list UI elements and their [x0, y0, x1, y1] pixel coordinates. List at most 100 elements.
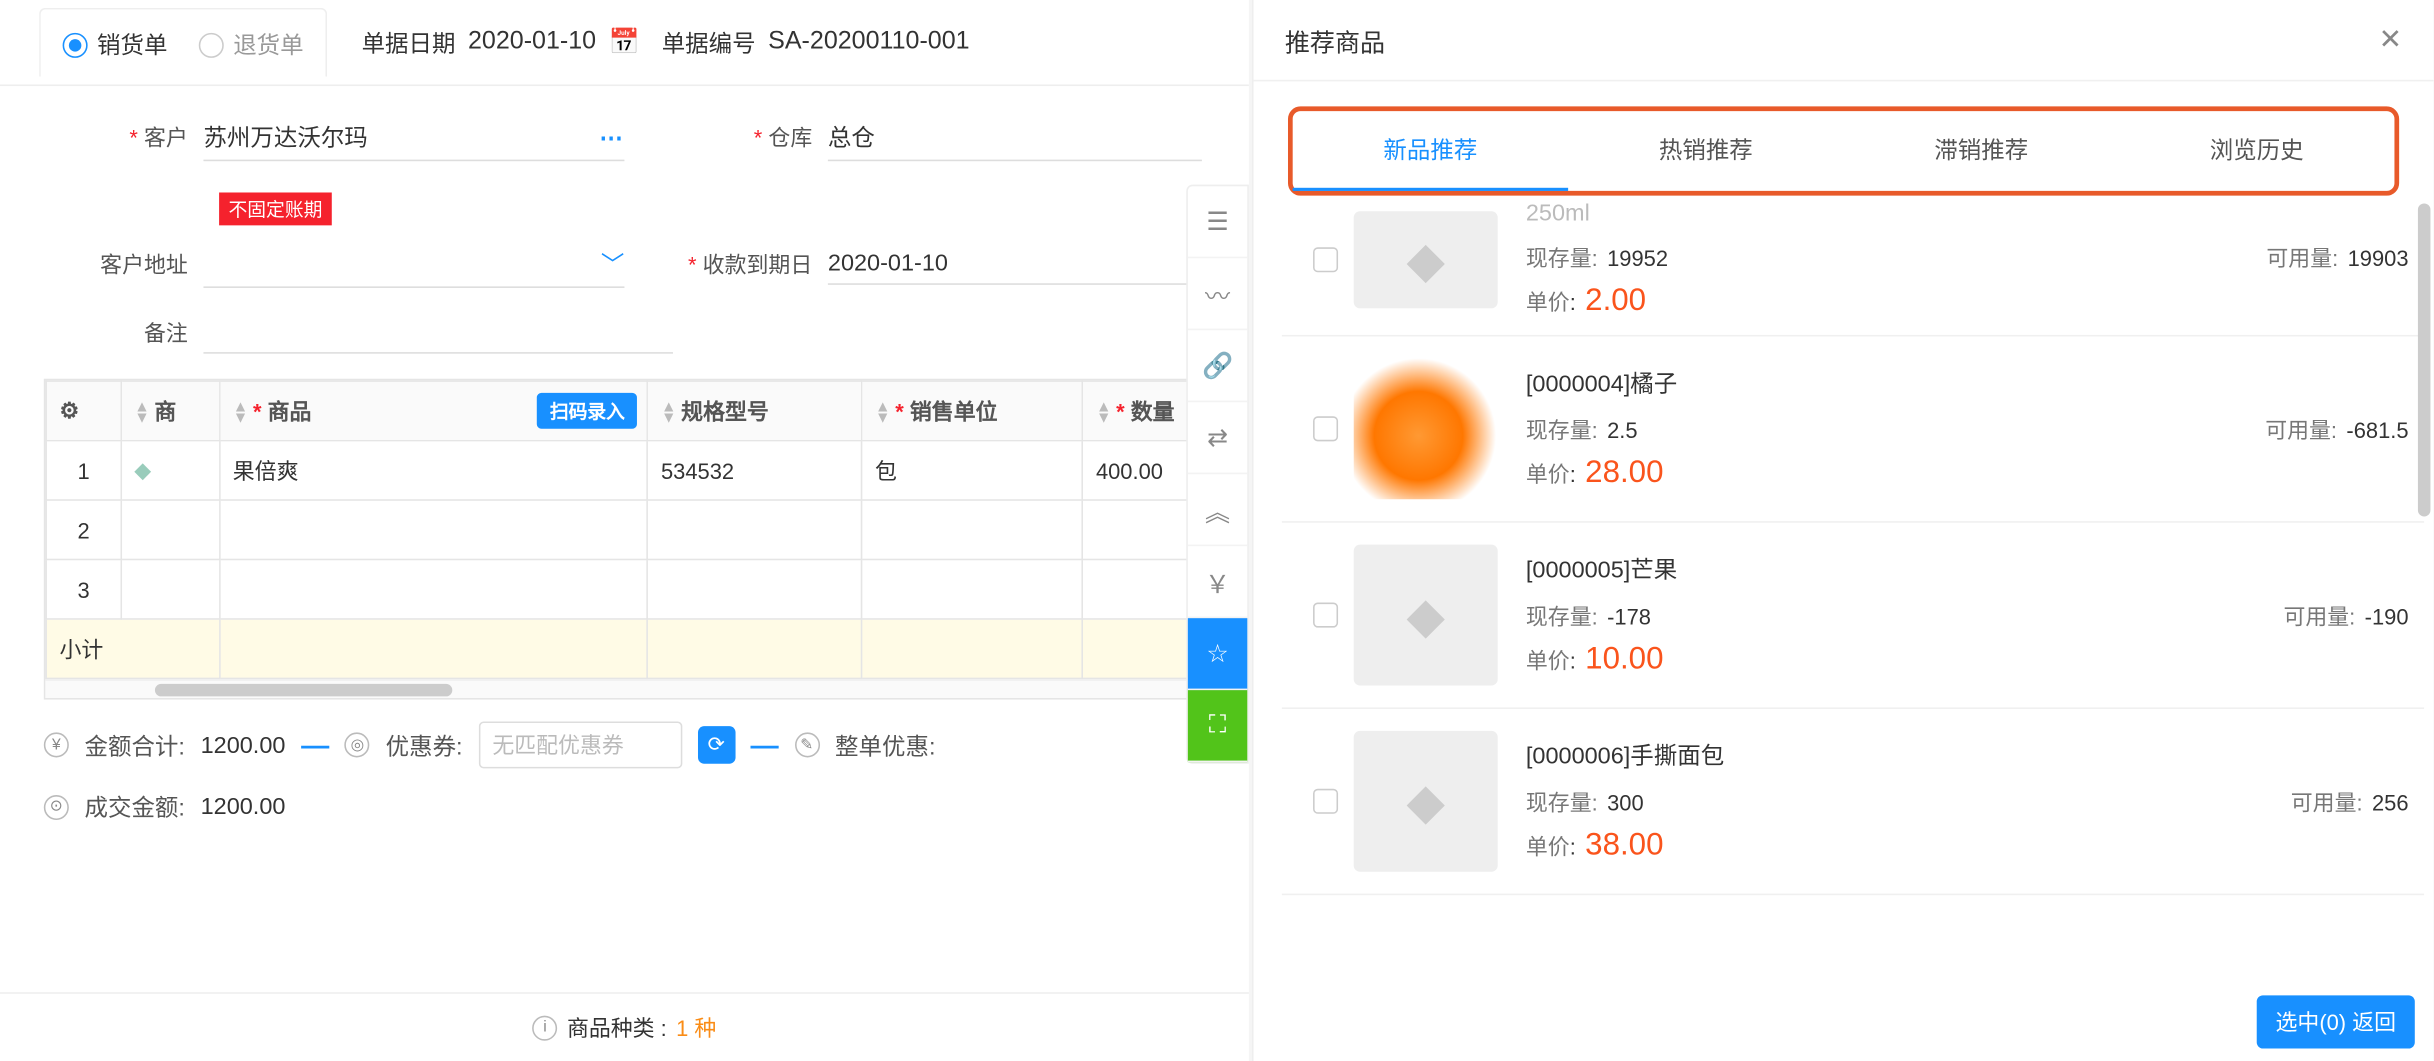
paydue-input[interactable]: 2020-01-10: [828, 244, 1202, 285]
product-image: ◆: [1354, 731, 1498, 872]
refresh-coupon-button[interactable]: ⟳: [697, 726, 735, 764]
item-checkbox[interactable]: [1313, 247, 1338, 272]
info-icon: i: [533, 1015, 558, 1040]
note-icon[interactable]: ☰: [1188, 186, 1247, 258]
warehouse-label: 仓库: [671, 122, 828, 153]
customer-input[interactable]: 苏州万达沃尔玛 ⋯: [203, 114, 624, 161]
subtotal-row: 小计: [46, 619, 1215, 678]
tab-history[interactable]: 浏览历史: [2119, 111, 2394, 191]
doc-date-label: 单据日期: [362, 26, 456, 59]
tab-stagnant[interactable]: 滞销推荐: [1844, 111, 2119, 191]
table-row[interactable]: 3: [46, 559, 1215, 618]
totals-area: ¥ 金额合计: 1200.00 — ◎ 优惠券: 无匹配优惠券 ⟳ — ✎ 整单…: [0, 700, 1249, 867]
currency-icon[interactable]: ￥: [1188, 546, 1247, 618]
account-period-badge: 不固定账期: [219, 192, 332, 225]
form-area: 客户 苏州万达沃尔玛 ⋯ 仓库 总仓 不固定账期 客户地址: [0, 86, 1249, 354]
sales-order-panel: 销货单 退货单 单据日期 2020-01-10 📅 单据编号 SA-202001…: [0, 0, 1249, 1061]
product-price: 10.00: [1585, 642, 1663, 676]
lookup-icon[interactable]: ⋯: [599, 123, 624, 151]
calendar-icon[interactable]: 📅: [609, 27, 640, 58]
col-product[interactable]: ▲▼* 商品扫码录入: [219, 381, 647, 440]
product-name: [0000006]手撕面包: [1526, 739, 2409, 772]
product-name: [0000005]芒果: [1526, 552, 2409, 585]
footer-bar: i 商品种类 : 1 种: [0, 992, 1249, 1061]
amount-total-label: 金额合计:: [85, 729, 185, 762]
select-return-button[interactable]: 选中(0) 返回: [2257, 995, 2415, 1048]
warehouse-input[interactable]: 总仓: [828, 114, 1202, 161]
remark-input[interactable]: [203, 313, 673, 354]
table-row[interactable]: 1 ◆ 果倍爽 534532 包 400.00: [46, 441, 1215, 500]
radio-dot-icon: [199, 32, 224, 57]
radio-sales-label: 销货单: [97, 28, 167, 61]
minus-icon: —: [301, 729, 329, 762]
warehouse-value: 总仓: [828, 121, 875, 154]
recommend-title: 推荐商品: [1285, 21, 1385, 59]
scan-entry-button[interactable]: 扫码录入: [537, 393, 637, 429]
doc-number-label: 单据编号: [662, 26, 756, 59]
chevron-down-icon[interactable]: ﹀: [601, 247, 624, 280]
paydue-label: 收款到期日: [671, 249, 828, 280]
header-bar: 销货单 退货单 单据日期 2020-01-10 📅 单据编号 SA-202001…: [0, 0, 1249, 86]
customer-value: 苏州万达沃尔玛: [203, 121, 367, 154]
recommend-tabs-highlight: 新品推荐 热销推荐 滞销推荐 浏览历史: [1288, 106, 2399, 195]
product-price: 2.00: [1585, 283, 1646, 317]
item-checkbox[interactable]: [1313, 416, 1338, 441]
radio-sales-order[interactable]: 销货单: [63, 28, 168, 61]
product-price: 28.00: [1585, 455, 1663, 489]
recommend-panel: 推荐商品 ✕ 新品推荐 热销推荐 滞销推荐 浏览历史 ◆ 250ml 现存量:1…: [1252, 0, 2434, 1061]
recommend-list[interactable]: ◆ 250ml 现存量:19952 可用量:19903 单价:2.00 [000…: [1282, 200, 2424, 986]
star-icon[interactable]: ☆: [1188, 618, 1247, 690]
list-item[interactable]: ◆ [0000005]芒果 现存量:-178 可用量:-190 单价:10.00: [1282, 523, 2424, 709]
product-image: ◆: [1354, 211, 1498, 308]
radio-return-label: 退货单: [233, 28, 303, 61]
collapse-icon[interactable]: ︽: [1188, 474, 1247, 546]
remark-label: 备注: [47, 318, 204, 349]
customer-label: 客户: [47, 122, 204, 153]
paydue-value: 2020-01-10: [828, 250, 948, 277]
line-items-grid: ⚙ ▲▼商 ▲▼* 商品扫码录入 ▲▼规格型号 ▲▼* 销售单位 ▲▼* 数量 …: [44, 379, 1218, 700]
coupon-icon: ◎: [345, 732, 370, 757]
coupon-input[interactable]: 无匹配优惠券: [478, 721, 681, 768]
product-name: 250ml: [1526, 200, 2409, 227]
minus-icon: —: [751, 729, 779, 762]
col-spec[interactable]: ▲▼规格型号: [648, 381, 862, 440]
horizontal-scrollbar[interactable]: [45, 679, 1216, 698]
coupon-label: 优惠券:: [386, 729, 463, 762]
side-toolbar: ☰ 〰 🔗 ⇄ ︽ ￥ ☆ ⛶: [1186, 185, 1249, 764]
list-item[interactable]: ◆ 250ml 现存量:19952 可用量:19903 单价:2.00: [1282, 200, 2424, 336]
address-label: 客户地址: [47, 249, 204, 280]
radio-return-order[interactable]: 退货单: [199, 28, 304, 61]
deal-icon: ⊙: [44, 794, 69, 819]
doc-number-value: SA-20200110-001: [768, 28, 969, 56]
radio-dot-icon: [63, 32, 88, 57]
product-kind-value: 1 种: [676, 1012, 716, 1043]
col-merchant[interactable]: ▲▼商: [121, 381, 220, 440]
item-checkbox[interactable]: [1313, 603, 1338, 628]
item-checkbox[interactable]: [1313, 789, 1338, 814]
product-image: ◆: [1354, 545, 1498, 686]
chart-icon[interactable]: 〰: [1188, 258, 1247, 330]
expand-icon[interactable]: ⛶: [1188, 690, 1247, 762]
tab-new[interactable]: 新品推荐: [1293, 111, 1568, 191]
address-input[interactable]: ﹀: [203, 241, 624, 288]
link-icon[interactable]: 🔗: [1188, 330, 1247, 402]
exchange-icon[interactable]: ⇄: [1188, 402, 1247, 474]
product-price: 38.00: [1585, 828, 1663, 862]
grid-settings[interactable]: ⚙: [46, 381, 121, 440]
list-item[interactable]: ◆ [0000006]手撕面包 现存量:300 可用量:256 单价:38.00: [1282, 709, 2424, 895]
table-row[interactable]: 2: [46, 500, 1215, 559]
doc-date-value[interactable]: 2020-01-10: [468, 28, 596, 56]
deal-amount-label: 成交金额:: [85, 790, 185, 823]
product-thumb: ◆: [121, 441, 220, 500]
product-image: [1354, 358, 1498, 499]
col-unit[interactable]: ▲▼* 销售单位: [862, 381, 1083, 440]
currency-icon: ¥: [44, 732, 69, 757]
product-name: [0000004]橘子: [1526, 366, 2409, 399]
list-item[interactable]: [0000004]橘子 现存量:2.5 可用量:-681.5 单价:28.00: [1282, 336, 2424, 522]
vertical-scrollbar[interactable]: [2418, 203, 2434, 641]
tab-hot[interactable]: 热销推荐: [1568, 111, 1843, 191]
deal-amount-value: 1200.00: [201, 793, 286, 820]
close-icon[interactable]: ✕: [2379, 23, 2403, 56]
amount-total-value: 1200.00: [201, 732, 286, 759]
whole-discount-label: 整单优惠:: [835, 729, 935, 762]
